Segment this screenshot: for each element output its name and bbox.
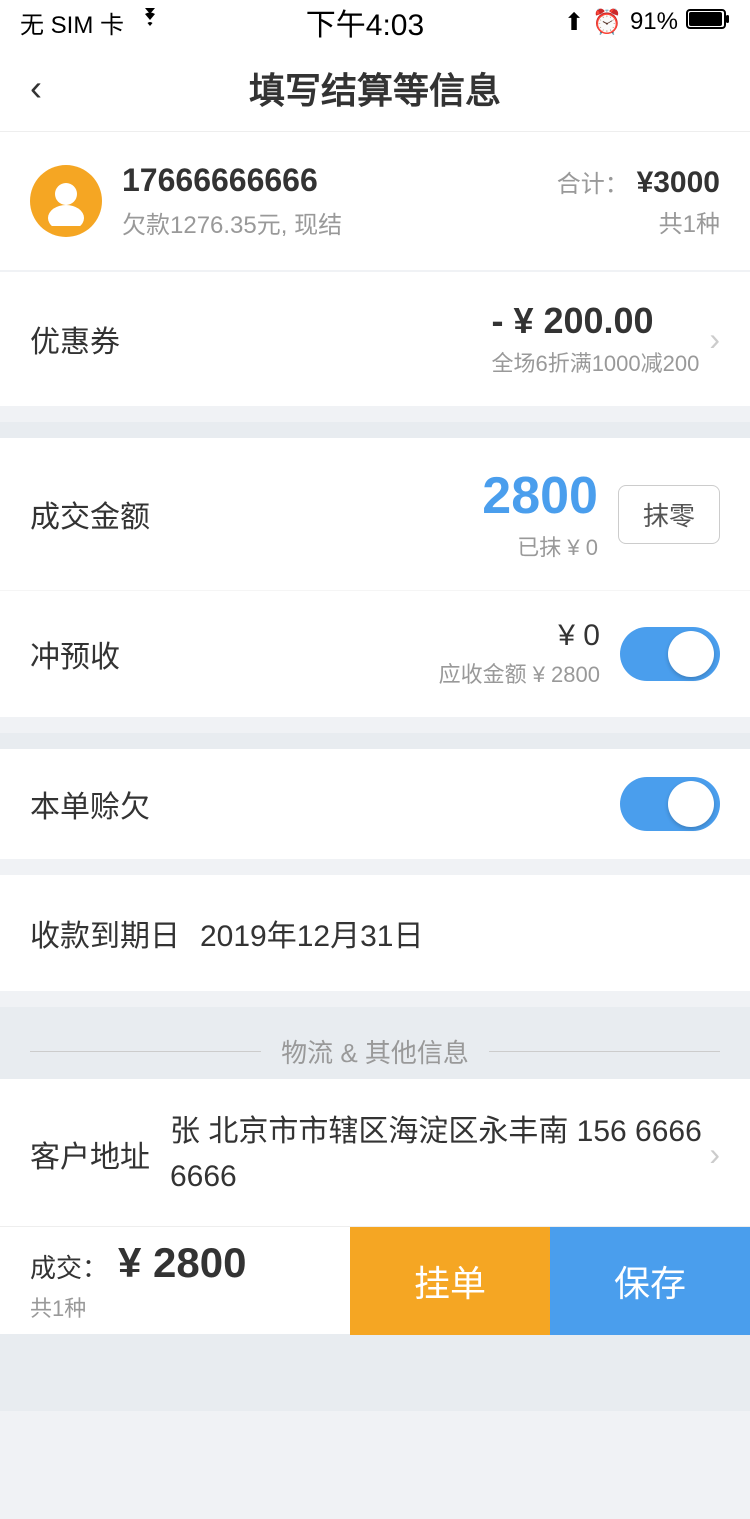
debt-section: 本单赊欠 bbox=[0, 749, 750, 859]
address-value: 张 北京市市辖区海淀区永丰南 156 6666 6666 bbox=[170, 1109, 709, 1199]
section-divider: 物流 & 其他信息 bbox=[0, 1023, 750, 1079]
battery-icon bbox=[686, 8, 730, 37]
coupon-row[interactable]: 优惠券 - ¥ 200.00 全场6折满1000减200 › bbox=[0, 272, 750, 406]
debt-toggle[interactable] bbox=[620, 777, 720, 831]
trade-section: 成交金额 2800 已抹 ¥ 0 抹零 冲预收 ¥ 0 应收金额 ¥ 2800 bbox=[0, 438, 750, 717]
trade-amount-value: 2800 bbox=[482, 466, 598, 526]
due-date-row: 收款到期日 2019年12月31日 bbox=[0, 875, 750, 991]
avatar bbox=[30, 165, 102, 237]
sim-status: 无 SIM 卡 bbox=[20, 5, 124, 40]
coupon-label: 优惠券 bbox=[30, 317, 120, 361]
advance-label: 冲预收 bbox=[30, 632, 120, 676]
debt-row: 本单赊欠 bbox=[0, 749, 750, 859]
customer-sub: 欠款1276.35元, 现结 bbox=[122, 205, 342, 240]
address-chevron-icon: › bbox=[709, 1136, 720, 1173]
bottom-bar: 成交： ¥ 2800 共1种 挂单 保存 bbox=[0, 1226, 750, 1334]
divider-text: 物流 & 其他信息 bbox=[261, 1033, 489, 1070]
round-off-button[interactable]: 抹零 bbox=[618, 485, 720, 544]
save-button[interactable]: 保存 bbox=[550, 1227, 750, 1335]
due-date-label: 收款到期日 bbox=[30, 911, 180, 955]
customer-card: 17666666666 欠款1276.35元, 现结 合计： ¥3000 共1种 bbox=[0, 132, 750, 270]
total-amount: ¥3000 bbox=[637, 166, 720, 199]
back-button[interactable]: ‹ bbox=[30, 67, 42, 109]
coupon-amount: - ¥ 200.00 bbox=[491, 300, 699, 342]
bottom-trade-amount: ¥ 2800 bbox=[118, 1239, 246, 1287]
total-label: 合计： bbox=[557, 171, 629, 198]
nav-bar: ‹ 填写结算等信息 bbox=[0, 44, 750, 132]
coupon-desc: 全场6折满1000减200 bbox=[491, 346, 699, 378]
due-date-value: 2019年12月31日 bbox=[200, 911, 423, 955]
bottom-summary: 成交： ¥ 2800 共1种 bbox=[0, 1239, 350, 1323]
bottom-trade-count: 共1种 bbox=[30, 1291, 320, 1323]
advance-sub: 应收金额 ¥ 2800 bbox=[439, 657, 600, 689]
status-time: 下午4:03 bbox=[306, 0, 424, 44]
battery-label: 91% bbox=[630, 8, 678, 36]
advance-row: 冲预收 ¥ 0 应收金额 ¥ 2800 bbox=[0, 591, 750, 717]
wifi-icon bbox=[134, 8, 166, 37]
address-label: 客户地址 bbox=[30, 1132, 150, 1176]
trade-sub: 已抹 ¥ 0 bbox=[482, 530, 598, 562]
total-label-row: 合计： ¥3000 bbox=[557, 164, 720, 200]
trade-amount-label: 成交金额 bbox=[30, 492, 150, 536]
status-right: ⬆ ⏰ 91% bbox=[564, 8, 730, 37]
advance-toggle[interactable] bbox=[620, 627, 720, 681]
bottom-trade-label: 成交： bbox=[30, 1248, 108, 1285]
trade-amount-row: 成交金额 2800 已抹 ¥ 0 抹零 bbox=[0, 438, 750, 591]
chevron-right-icon: › bbox=[709, 321, 720, 358]
customer-phone: 17666666666 bbox=[122, 162, 342, 199]
advance-amount: ¥ 0 bbox=[439, 619, 600, 653]
status-bar: 无 SIM 卡 下午4:03 ⬆ ⏰ 91% bbox=[0, 0, 750, 44]
debt-label: 本单赊欠 bbox=[30, 782, 150, 826]
clock-icon: ⏰ bbox=[592, 8, 622, 37]
address-row[interactable]: 客户地址 张 北京市市辖区海淀区永丰南 156 6666 6666 › bbox=[0, 1079, 750, 1229]
debt-toggle-thumb bbox=[668, 781, 714, 827]
total-count: 共1种 bbox=[557, 204, 720, 239]
page-title: 填写结算等信息 bbox=[249, 62, 501, 114]
toggle-thumb bbox=[668, 631, 714, 677]
hold-button[interactable]: 挂单 bbox=[350, 1227, 550, 1335]
location-icon: ⬆ bbox=[564, 8, 584, 37]
status-left: 无 SIM 卡 bbox=[20, 5, 166, 40]
